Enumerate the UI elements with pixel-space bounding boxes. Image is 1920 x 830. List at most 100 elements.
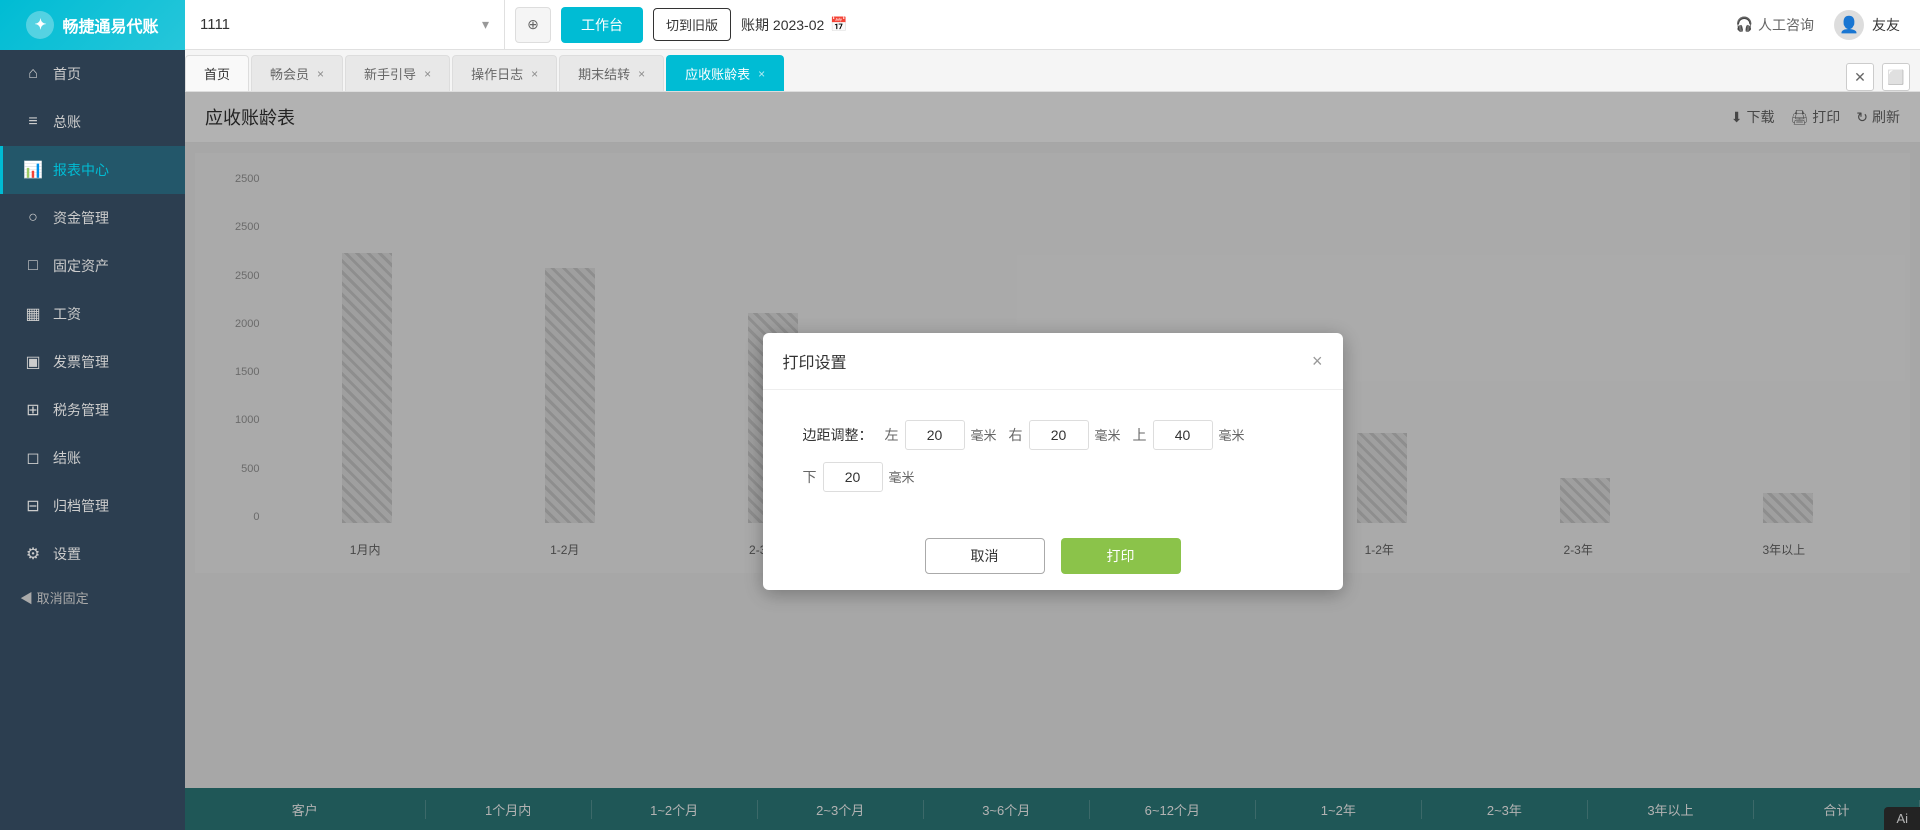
user-info[interactable]: 👤 友友 — [1834, 10, 1900, 40]
sidebar-item-fund[interactable]: ○ 资金管理 — [0, 194, 185, 242]
sidebar-item-ledger[interactable]: ≡ 总账 — [0, 98, 185, 146]
reports-icon: 📊 — [23, 160, 43, 180]
margin-left-group: 左 毫米 — [885, 420, 997, 450]
main-layout: ⌂ 首页 ≡ 总账 📊 报表中心 ○ 资金管理 □ 固定资产 ▦ 工资 ▣ 发票… — [0, 50, 1920, 830]
margin-bottom-group: 下 毫米 — [803, 462, 915, 492]
tab-oplog[interactable]: 操作日志 × — [452, 55, 557, 91]
content-area: 首页 畅会员 × 新手引导 × 操作日志 × 期末结转 × 应收账龄表 × — [185, 50, 1920, 830]
print-settings-dialog: 打印设置 × 边距调整： 左 毫米 右 — [763, 333, 1343, 590]
sidebar-item-close[interactable]: ◻ 结账 — [0, 434, 185, 482]
tab-guide[interactable]: 新手引导 × — [345, 55, 450, 91]
sidebar-item-invoice-label: 发票管理 — [53, 352, 109, 372]
tax-icon: ⊞ — [23, 400, 43, 420]
margin-right-group: 右 毫米 — [1009, 420, 1121, 450]
sidebar-item-tax[interactable]: ⊞ 税务管理 — [0, 386, 185, 434]
sidebar-item-invoice[interactable]: ▣ 发票管理 — [0, 338, 185, 386]
tab-guide-close[interactable]: × — [424, 67, 431, 81]
sidebar-item-home[interactable]: ⌂ 首页 — [0, 50, 185, 98]
tab-oplog-close[interactable]: × — [531, 67, 538, 81]
logo: ✦ 畅捷通易代账 — [0, 0, 185, 50]
tab-ar-aging-close[interactable]: × — [758, 67, 765, 81]
tabs-bar: 首页 畅会员 × 新手引导 × 操作日志 × 期末结转 × 应收账龄表 × — [185, 50, 1920, 92]
sidebar-collapse[interactable]: ◀ 取消固定 — [0, 578, 185, 617]
dialog-overlay: 打印设置 × 边距调整： 左 毫米 右 — [185, 92, 1920, 830]
margin-top-group: 上 毫米 — [1133, 420, 1245, 450]
bottom-unit: 毫米 — [889, 467, 915, 486]
sidebar-item-archive-label: 归档管理 — [53, 496, 109, 516]
sidebar-item-tax-label: 税务管理 — [53, 400, 109, 420]
logo-icon: ✦ — [26, 11, 54, 39]
margin-adjust-label: 边距调整： — [803, 425, 873, 445]
period-label: 账期 — [741, 15, 769, 35]
period-calendar-icon[interactable]: 📅 — [830, 16, 847, 33]
top-unit: 毫米 — [1219, 425, 1245, 444]
cancel-button[interactable]: 取消 — [925, 538, 1045, 574]
tab-member-close[interactable]: × — [317, 67, 324, 81]
sidebar-item-assets[interactable]: □ 固定资产 — [0, 242, 185, 290]
copy-button[interactable]: ⊕ — [515, 7, 551, 43]
tab-member[interactable]: 畅会员 × — [251, 55, 343, 91]
page-content: 应收账龄表 ⬇ 下载 🖨 打印 ↻ 刷新 — [185, 92, 1920, 830]
sidebar-item-archive[interactable]: ⊟ 归档管理 — [0, 482, 185, 530]
right-unit: 毫米 — [1095, 425, 1121, 444]
app-header: ✦ 畅捷通易代账 1111 ▾ ⊕ 工作台 切到旧版 账期 2023-02 📅 … — [0, 0, 1920, 50]
tab-home-label: 首页 — [204, 64, 230, 83]
home-icon: ⌂ — [23, 65, 43, 83]
tab-close-all-button[interactable]: ✕ — [1846, 63, 1874, 91]
top-margin-input[interactable] — [1153, 420, 1213, 450]
tab-maximize-button[interactable]: ⬜ — [1882, 63, 1910, 91]
sidebar-item-payroll[interactable]: ▦ 工资 — [0, 290, 185, 338]
right-label: 右 — [1009, 425, 1023, 445]
sidebar-item-reports[interactable]: 📊 报表中心 — [0, 146, 185, 194]
right-margin-input[interactable] — [1029, 420, 1089, 450]
bottom-label: 下 — [803, 467, 817, 487]
tab-ar-aging-label: 应收账龄表 — [685, 64, 750, 83]
sidebar-item-ledger-label: 总账 — [53, 112, 81, 132]
customer-service[interactable]: 🎧 人工咨询 — [1736, 15, 1814, 35]
header-right: 🎧 人工咨询 👤 友友 — [1736, 10, 1920, 40]
switch-version-button[interactable]: 切到旧版 — [653, 8, 731, 41]
tab-period-end-label: 期末结转 — [578, 64, 630, 83]
tab-period-end-close[interactable]: × — [638, 67, 645, 81]
period-info: 账期 2023-02 📅 — [741, 15, 848, 35]
sidebar-item-close-label: 结账 — [53, 448, 81, 468]
sidebar-item-home-label: 首页 — [53, 64, 81, 84]
dialog-close-button[interactable]: × — [1312, 352, 1323, 370]
bottom-margin-input[interactable] — [823, 462, 883, 492]
customer-service-label: 人工咨询 — [1758, 15, 1814, 35]
tab-home[interactable]: 首页 — [185, 55, 249, 91]
user-name: 友友 — [1872, 15, 1900, 35]
company-dropdown-icon: ▾ — [482, 16, 489, 33]
dialog-footer: 取消 打印 — [763, 522, 1343, 590]
company-name: 1111 — [200, 16, 474, 33]
period-value: 2023-02 — [773, 17, 824, 33]
left-label: 左 — [885, 425, 899, 445]
headset-icon: 🎧 — [1736, 16, 1753, 33]
left-unit: 毫米 — [971, 425, 997, 444]
sidebar-item-assets-label: 固定资产 — [53, 256, 109, 276]
sidebar: ⌂ 首页 ≡ 总账 📊 报表中心 ○ 资金管理 □ 固定资产 ▦ 工资 ▣ 发票… — [0, 50, 185, 830]
payroll-icon: ▦ — [23, 304, 43, 324]
invoice-icon: ▣ — [23, 352, 43, 372]
print-button[interactable]: 打印 — [1061, 538, 1181, 574]
dialog-header: 打印设置 × — [763, 333, 1343, 390]
workbench-button[interactable]: 工作台 — [561, 7, 643, 43]
collapse-label: ◀ 取消固定 — [20, 588, 89, 607]
assets-icon: □ — [23, 257, 43, 275]
dialog-body: 边距调整： 左 毫米 右 毫米 — [763, 390, 1343, 522]
dialog-title: 打印设置 — [783, 349, 847, 373]
company-selector[interactable]: 1111 ▾ — [185, 0, 505, 50]
tab-period-end[interactable]: 期末结转 × — [559, 55, 664, 91]
sidebar-item-settings[interactable]: ⚙ 设置 — [0, 530, 185, 578]
top-label: 上 — [1133, 425, 1147, 445]
tab-ar-aging[interactable]: 应收账龄表 × — [666, 55, 784, 91]
fund-icon: ○ — [23, 209, 43, 227]
left-margin-input[interactable] — [905, 420, 965, 450]
logo-text: 畅捷通易代账 — [62, 13, 158, 37]
tab-member-label: 畅会员 — [270, 64, 309, 83]
tab-guide-label: 新手引导 — [364, 64, 416, 83]
sidebar-item-fund-label: 资金管理 — [53, 208, 109, 228]
sidebar-item-settings-label: 设置 — [53, 544, 81, 564]
sidebar-item-payroll-label: 工资 — [53, 304, 81, 324]
settings-icon: ⚙ — [23, 544, 43, 564]
